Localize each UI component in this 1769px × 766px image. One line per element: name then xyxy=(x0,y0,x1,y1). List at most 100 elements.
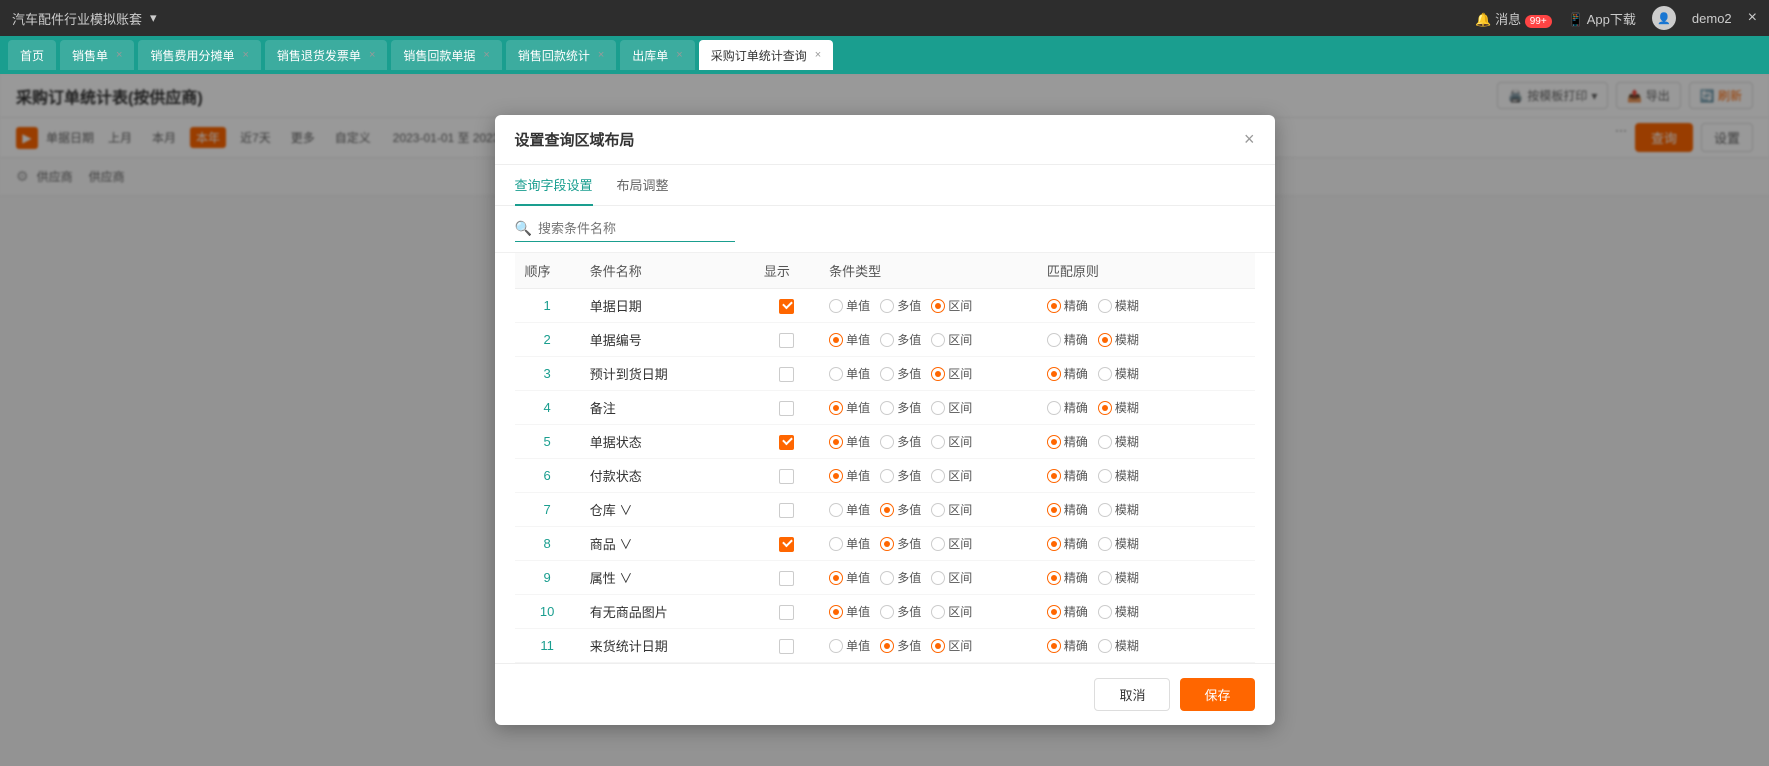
rule-radio-exact[interactable]: 精确 xyxy=(1047,501,1088,518)
rule-radio-fuzzy[interactable]: 模糊 xyxy=(1098,399,1139,416)
row-show-checkbox[interactable] xyxy=(754,289,819,323)
show-checkbox[interactable] xyxy=(779,435,794,450)
show-checkbox[interactable] xyxy=(779,503,794,518)
type-radio-single[interactable]: 单值 xyxy=(829,331,870,348)
type-radio-range[interactable]: 区间 xyxy=(931,501,972,518)
type-radio-single[interactable]: 单值 xyxy=(829,297,870,314)
show-checkbox[interactable] xyxy=(779,605,794,620)
rule-radio-exact[interactable]: 精确 xyxy=(1047,399,1088,416)
type-radio-multi[interactable]: 多值 xyxy=(880,331,921,348)
rule-radio-exact[interactable]: 精确 xyxy=(1047,603,1088,620)
rule-radio-exact[interactable]: 精确 xyxy=(1047,637,1088,654)
rule-radio-fuzzy[interactable]: 模糊 xyxy=(1098,467,1139,484)
type-radio-single[interactable]: 单值 xyxy=(829,365,870,382)
show-checkbox[interactable] xyxy=(779,571,794,586)
type-radio-range[interactable]: 区间 xyxy=(931,297,972,314)
rule-radio-exact[interactable]: 精确 xyxy=(1047,331,1088,348)
row-show-checkbox[interactable] xyxy=(754,493,819,527)
type-radio-multi[interactable]: 多值 xyxy=(880,569,921,586)
rule-radio-exact[interactable]: 精确 xyxy=(1047,569,1088,586)
rule-radio-fuzzy[interactable]: 模糊 xyxy=(1098,297,1139,314)
row-show-checkbox[interactable] xyxy=(754,357,819,391)
show-checkbox[interactable] xyxy=(779,639,794,654)
show-checkbox[interactable] xyxy=(779,469,794,484)
type-radio-multi[interactable]: 多值 xyxy=(880,637,921,654)
notification-btn[interactable]: 🔔 消息 99+ xyxy=(1475,9,1551,28)
tab-sales-stats[interactable]: 销售回款统计 × xyxy=(506,40,616,70)
row-show-checkbox[interactable] xyxy=(754,561,819,595)
type-radio-range[interactable]: 区间 xyxy=(931,569,972,586)
type-radio-single[interactable]: 单值 xyxy=(829,501,870,518)
type-radio-range[interactable]: 区间 xyxy=(931,467,972,484)
type-radio-multi[interactable]: 多值 xyxy=(880,297,921,314)
rule-radio-exact[interactable]: 精确 xyxy=(1047,297,1088,314)
type-radio-range[interactable]: 区间 xyxy=(931,603,972,620)
rule-radio-fuzzy[interactable]: 模糊 xyxy=(1098,365,1139,382)
row-show-checkbox[interactable] xyxy=(754,595,819,629)
tab-sales-expense-close[interactable]: × xyxy=(242,49,248,61)
tab-sales-close[interactable]: × xyxy=(116,49,122,61)
rule-radio-fuzzy[interactable]: 模糊 xyxy=(1098,569,1139,586)
cancel-btn[interactable]: 取消 xyxy=(1094,678,1170,711)
type-radio-multi[interactable]: 多值 xyxy=(880,501,921,518)
row-show-checkbox[interactable] xyxy=(754,459,819,493)
tab-sales-return[interactable]: 销售退货发票单 × xyxy=(265,40,387,70)
type-radio-single[interactable]: 单值 xyxy=(829,399,870,416)
type-radio-range[interactable]: 区间 xyxy=(931,433,972,450)
type-radio-multi[interactable]: 多值 xyxy=(880,467,921,484)
show-checkbox[interactable] xyxy=(779,537,794,552)
type-radio-multi[interactable]: 多值 xyxy=(880,365,921,382)
show-checkbox[interactable] xyxy=(779,299,794,314)
type-radio-single[interactable]: 单值 xyxy=(829,569,870,586)
rule-radio-exact[interactable]: 精确 xyxy=(1047,535,1088,552)
save-btn[interactable]: 保存 xyxy=(1180,678,1254,711)
rule-radio-fuzzy[interactable]: 模糊 xyxy=(1098,603,1139,620)
rule-radio-fuzzy[interactable]: 模糊 xyxy=(1098,501,1139,518)
type-radio-range[interactable]: 区间 xyxy=(931,399,972,416)
type-radio-range[interactable]: 区间 xyxy=(931,637,972,654)
row-order: 1 xyxy=(515,289,580,323)
tab-sales[interactable]: 销售单 × xyxy=(60,40,134,70)
type-radio-multi[interactable]: 多值 xyxy=(880,433,921,450)
type-radio-single[interactable]: 单值 xyxy=(829,433,870,450)
type-radio-single[interactable]: 单值 xyxy=(829,467,870,484)
rule-radio-fuzzy[interactable]: 模糊 xyxy=(1098,331,1139,348)
rule-radio-fuzzy[interactable]: 模糊 xyxy=(1098,637,1139,654)
rule-radio-fuzzy[interactable]: 模糊 xyxy=(1098,433,1139,450)
row-show-checkbox[interactable] xyxy=(754,527,819,561)
type-radio-multi[interactable]: 多值 xyxy=(880,603,921,620)
rule-radio-exact[interactable]: 精确 xyxy=(1047,467,1088,484)
row-show-checkbox[interactable] xyxy=(754,425,819,459)
rule-radio-fuzzy[interactable]: 模糊 xyxy=(1098,535,1139,552)
tab-home[interactable]: 首页 xyxy=(8,40,56,70)
tab-purchase-stats[interactable]: 采购订单统计查询 × xyxy=(699,40,833,70)
type-radio-range[interactable]: 区间 xyxy=(931,535,972,552)
user-avatar[interactable]: 👤 xyxy=(1652,6,1676,30)
radio-btn-single xyxy=(829,401,843,415)
type-radio-multi[interactable]: 多值 xyxy=(880,399,921,416)
row-show-checkbox[interactable] xyxy=(754,629,819,663)
row-order: 8 xyxy=(515,527,580,561)
type-radio-single[interactable]: 单值 xyxy=(829,603,870,620)
modal-tab-fields[interactable]: 查询字段设置 xyxy=(515,165,593,206)
row-show-checkbox[interactable] xyxy=(754,323,819,357)
rule-radio-exact[interactable]: 精确 xyxy=(1047,365,1088,382)
type-radio-range[interactable]: 区间 xyxy=(931,365,972,382)
rule-radio-exact[interactable]: 精确 xyxy=(1047,433,1088,450)
type-radio-single[interactable]: 单值 xyxy=(829,535,870,552)
show-checkbox[interactable] xyxy=(779,401,794,416)
modal-tab-layout[interactable]: 布局调整 xyxy=(617,165,669,206)
tab-outbound[interactable]: 出库单 × xyxy=(620,40,694,70)
show-checkbox[interactable] xyxy=(779,367,794,382)
type-radio-multi[interactable]: 多值 xyxy=(880,535,921,552)
top-close-btn[interactable]: × xyxy=(1748,9,1757,27)
type-radio-single[interactable]: 单值 xyxy=(829,637,870,654)
tab-sales-receipt[interactable]: 销售回款单据 × xyxy=(391,40,501,70)
row-show-checkbox[interactable] xyxy=(754,391,819,425)
modal-close-btn[interactable]: × xyxy=(1244,129,1255,150)
search-input[interactable] xyxy=(538,221,728,236)
app-download-btn[interactable]: 📱 App下载 xyxy=(1568,9,1636,28)
show-checkbox[interactable] xyxy=(779,333,794,348)
type-radio-range[interactable]: 区间 xyxy=(931,331,972,348)
tab-sales-expense[interactable]: 销售费用分摊单 × xyxy=(138,40,260,70)
